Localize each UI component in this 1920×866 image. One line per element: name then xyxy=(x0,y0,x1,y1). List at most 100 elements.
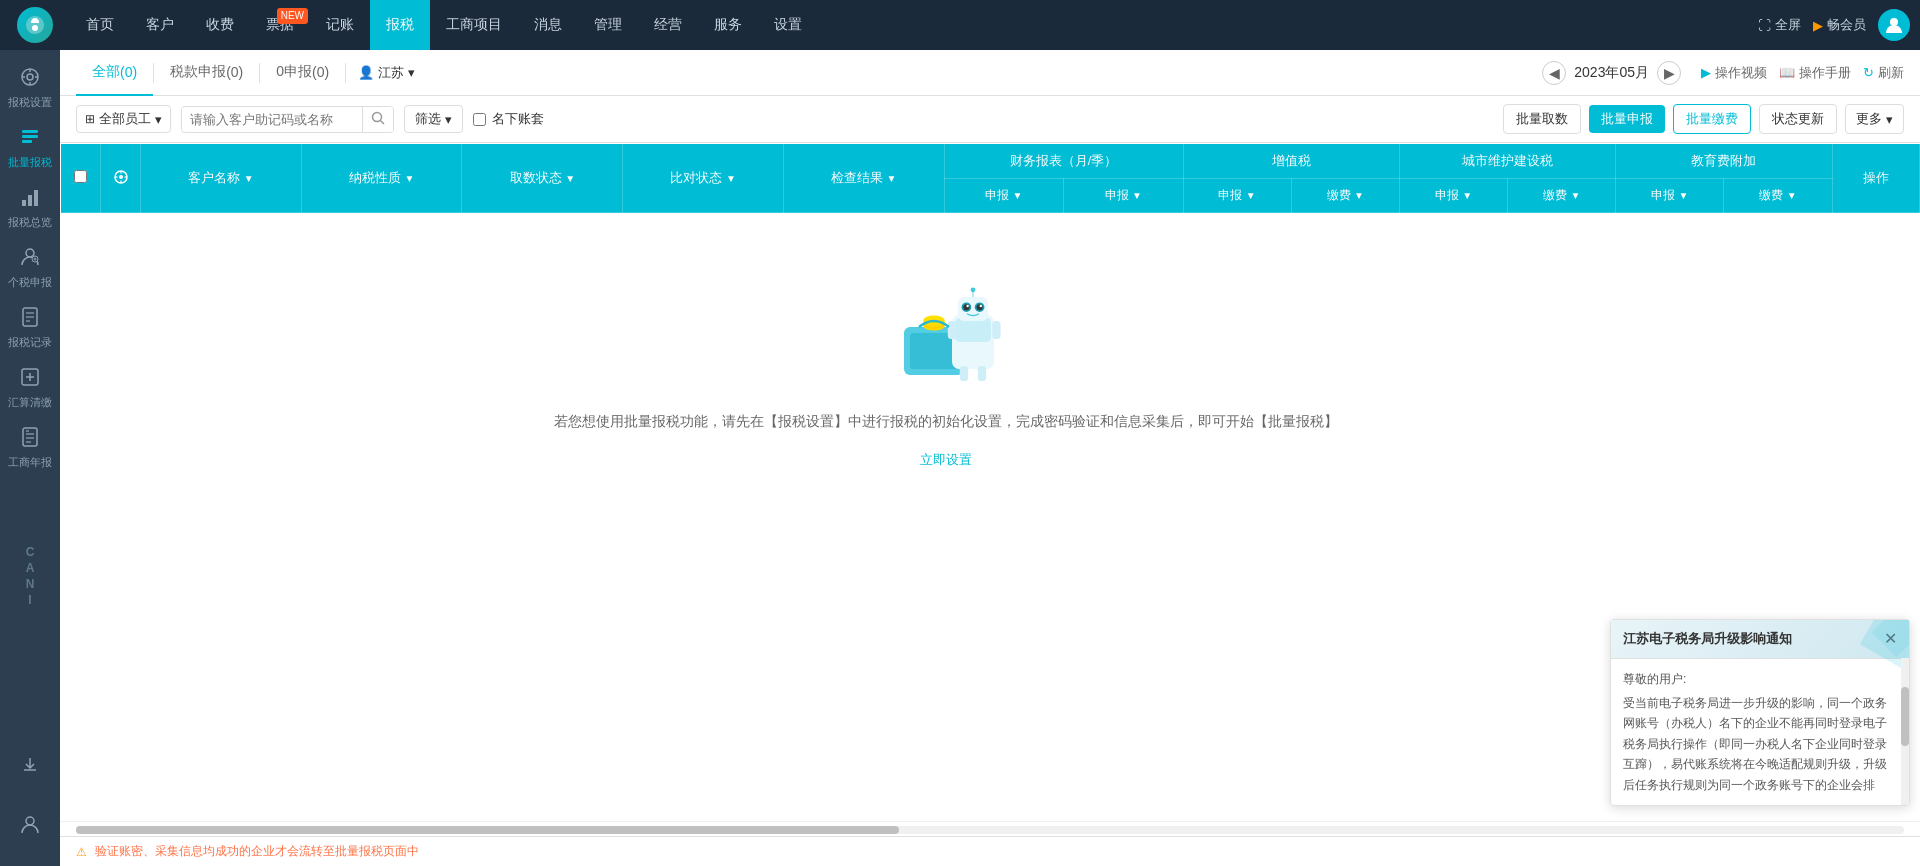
sub-vat-pay: 缴费 ▼ xyxy=(1291,179,1399,213)
sidebar-label-personal-tax: 个税申报 xyxy=(8,275,52,290)
sidebar-item-batch-tax[interactable]: 批量报税 xyxy=(0,118,60,178)
month-next-btn[interactable]: ▶ xyxy=(1657,61,1681,85)
empty-state: 若您想使用批量报税功能，请先在【报税设置】中进行报税的初始化设置，完成密码验证和… xyxy=(61,213,1833,529)
notification-content: 受当前电子税务局进一步升级的影响，同一个政务网账号（办税人）名下的企业不能再同时… xyxy=(1623,693,1897,795)
sidebar-item-settlement[interactable]: 汇算清缴 xyxy=(0,358,60,418)
nav-operations[interactable]: 经营 xyxy=(638,0,698,50)
empty-state-cell: 若您想使用批量报税功能，请先在【报税设置】中进行报税的初始化设置，完成密码验证和… xyxy=(61,213,1833,530)
svg-point-48 xyxy=(964,304,970,310)
empty-text: 若您想使用批量报税功能，请先在【报税设置】中进行报税的初始化设置，完成密码验证和… xyxy=(554,413,1338,431)
nav-customer[interactable]: 客户 xyxy=(130,0,190,50)
popup-scroll-track[interactable] xyxy=(1901,658,1909,805)
nav-billing[interactable]: 收费 xyxy=(190,0,250,50)
region-icon: 👤 xyxy=(358,65,374,80)
sidebar-item-tax-overview[interactable]: 报税总览 xyxy=(0,178,60,238)
select-all-checkbox[interactable] xyxy=(74,170,87,183)
nav-messages[interactable]: 消息 xyxy=(518,0,578,50)
nav-settings[interactable]: 设置 xyxy=(758,0,818,50)
col-settings[interactable] xyxy=(101,144,141,213)
batch-declare-btn[interactable]: 批量申报 xyxy=(1589,105,1665,133)
svg-point-29 xyxy=(373,112,382,121)
batch-fetch-btn[interactable]: 批量取数 xyxy=(1503,104,1581,134)
filter-button[interactable]: 筛选 ▾ xyxy=(404,105,463,133)
svg-rect-10 xyxy=(22,140,32,143)
nav-business[interactable]: 工商项目 xyxy=(430,0,518,50)
annual-report-icon xyxy=(19,426,41,451)
user-icon xyxy=(20,815,40,838)
nav-bookkeeping[interactable]: 记账 xyxy=(310,0,370,50)
nav-tax[interactable]: 报税 xyxy=(370,0,430,50)
sidebar-item-download[interactable] xyxy=(0,736,60,796)
horizontal-scrollbar[interactable] xyxy=(76,826,1904,834)
toolbar: ⊞ 全部员工 ▾ 筛选 ▾ 名下账套 xyxy=(60,96,1920,143)
logo[interactable] xyxy=(10,7,60,43)
nav-items: 首页 客户 收费 票据 NEW 记账 报税 工商项目 消息 管理 经营 服务 设… xyxy=(70,0,1758,50)
search-wrap xyxy=(181,106,394,133)
sidebar-item-tax-settings[interactable]: 报税设置 xyxy=(0,58,60,118)
col-check-result: 检查结果 ▼ xyxy=(783,144,944,213)
sub-edu-pay: 缴费 ▼ xyxy=(1724,179,1832,213)
sidebar-bottom xyxy=(0,736,60,866)
more-chevron-icon: ▾ xyxy=(1886,112,1893,127)
sub-city-pay: 缴费 ▼ xyxy=(1508,179,1616,213)
more-btn[interactable]: 更多 ▾ xyxy=(1845,104,1904,134)
checkbox-input[interactable] xyxy=(473,113,486,126)
svg-point-53 xyxy=(971,287,976,292)
notification-body: 尊敬的用户: 受当前电子税务局进一步升级的影响，同一个政务网账号（办税人）名下的… xyxy=(1611,659,1909,805)
month-prev-btn[interactable]: ◀ xyxy=(1542,61,1566,85)
col-checkbox[interactable] xyxy=(61,144,101,213)
col-city-tax: 城市维护建设税 xyxy=(1399,144,1615,179)
month-text: 2023年05月 xyxy=(1574,64,1649,82)
member-btn[interactable]: ▶ 畅会员 xyxy=(1813,16,1866,34)
action-refresh[interactable]: ↻ 刷新 xyxy=(1863,64,1904,82)
sidebar-item-tax-records[interactable]: 报税记录 xyxy=(0,298,60,358)
sidebar-label-tax-records: 报税记录 xyxy=(8,335,52,350)
tab-tax-declare[interactable]: 税款申报(0) xyxy=(154,50,259,96)
subordinate-accounts-checkbox[interactable]: 名下账套 xyxy=(473,110,544,128)
svg-point-32 xyxy=(119,175,123,179)
col-education-fee: 教育费附加 xyxy=(1616,144,1832,179)
svg-rect-23 xyxy=(23,428,37,446)
col-fetch-status: 取数状态 ▼ xyxy=(462,144,623,213)
sidebar-item-user[interactable] xyxy=(0,796,60,856)
filter-chevron-icon: ▾ xyxy=(155,112,162,127)
bottom-warning-text: 验证账密、采集信息均成功的企业才会流转至批量报税页面中 xyxy=(95,843,419,860)
personal-tax-icon xyxy=(19,246,41,271)
svg-point-1 xyxy=(1890,18,1898,26)
batch-pay-btn[interactable]: 批量缴费 xyxy=(1673,104,1751,134)
sidebar-item-personal-tax[interactable]: 个税申报 xyxy=(0,238,60,298)
refresh-icon: ↻ xyxy=(1863,65,1874,80)
nav-home[interactable]: 首页 xyxy=(70,0,130,50)
nav-invoice[interactable]: 票据 NEW xyxy=(250,0,310,50)
logo-icon xyxy=(17,7,53,43)
nav-services[interactable]: 服务 xyxy=(698,0,758,50)
col-vat: 增值税 xyxy=(1183,144,1399,179)
sub-financial-pay: 申报 ▼ xyxy=(1064,179,1183,213)
employee-filter[interactable]: ⊞ 全部员工 ▾ xyxy=(76,105,171,133)
search-input[interactable] xyxy=(182,108,362,131)
tab-zero-declare[interactable]: 0申报(0) xyxy=(260,50,345,96)
notification-header: 江苏电子税务局升级影响通知 ✕ xyxy=(1611,620,1909,659)
setup-link[interactable]: 立即设置 xyxy=(920,451,972,469)
action-manual[interactable]: 📖 操作手册 xyxy=(1779,64,1851,82)
svg-rect-13 xyxy=(34,190,38,206)
batch-tax-icon xyxy=(19,126,41,151)
region-selector[interactable]: 👤 江苏 ▾ xyxy=(346,64,427,82)
toolbar-right: 批量取数 批量申报 批量缴费 状态更新 更多 ▾ xyxy=(1503,104,1904,134)
sidebar-item-annual-report[interactable]: 工商年报 xyxy=(0,418,60,478)
notification-close-btn[interactable]: ✕ xyxy=(1884,631,1897,647)
data-table: 客户名称 ▼ 纳税性质 ▼ 取数状态 ▼ 比对状态 ▼ 检查结果 ▼ 财务报表（… xyxy=(60,143,1920,529)
empty-robot-illustration xyxy=(886,273,1006,393)
action-video[interactable]: ▶ 操作视频 xyxy=(1701,64,1767,82)
sidebar-label-annual-report: 工商年报 xyxy=(8,455,52,470)
invoice-badge: NEW xyxy=(277,8,308,24)
warning-icon: ⚠ xyxy=(76,845,87,859)
avatar[interactable] xyxy=(1878,9,1910,41)
sub-edu-declare: 申报 ▼ xyxy=(1616,179,1724,213)
search-button[interactable] xyxy=(362,107,393,132)
tab-all[interactable]: 全部(0) xyxy=(76,50,153,96)
svg-point-51 xyxy=(980,305,982,307)
fullscreen-btn[interactable]: ⛶ 全屏 xyxy=(1758,16,1801,34)
nav-management[interactable]: 管理 xyxy=(578,0,638,50)
status-update-btn[interactable]: 状态更新 xyxy=(1759,104,1837,134)
